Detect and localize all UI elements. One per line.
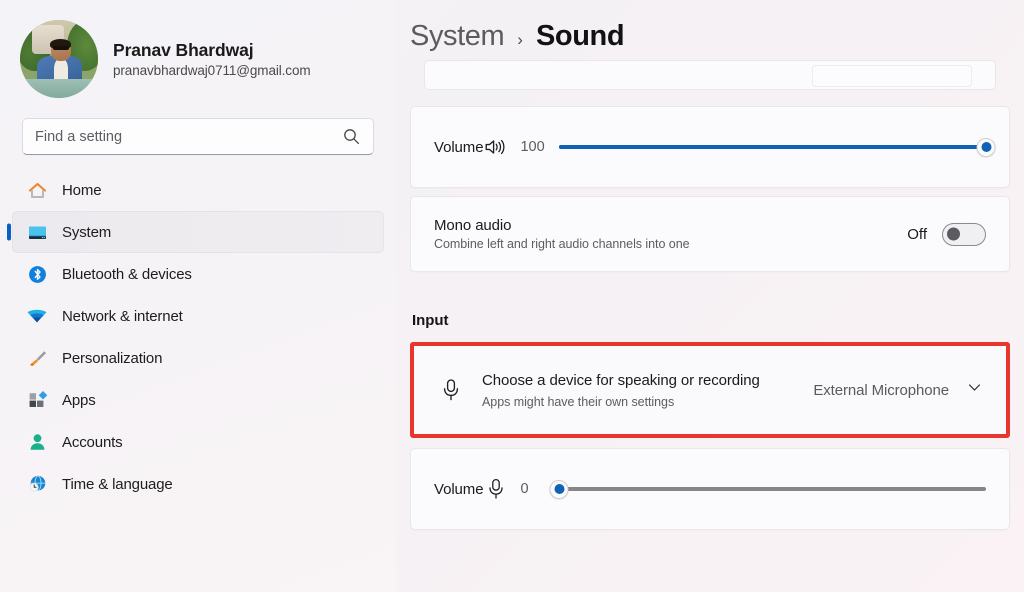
paintbrush-icon: [26, 347, 48, 369]
mono-audio-sublabel: Combine left and right audio channels in…: [434, 237, 690, 251]
slider-thumb[interactable]: [976, 137, 996, 157]
settings-scroll-area: Volume 100 Mono audio Combine left and r…: [396, 0, 1024, 592]
output-volume-slider[interactable]: [559, 137, 996, 157]
microphone-icon: [436, 377, 466, 403]
globe-clock-icon: [26, 473, 48, 495]
output-volume-card[interactable]: Volume 100: [410, 106, 1010, 188]
output-volume-label: Volume: [434, 138, 484, 156]
sidebar-item-bluetooth-devices[interactable]: Bluetooth & devices: [12, 253, 384, 295]
settings-window: Pranav Bhardwaj pranavbhardwaj0711@gmail…: [0, 0, 1024, 592]
input-device-card[interactable]: Choose a device for speaking or recordin…: [414, 346, 1006, 434]
partial-card-above[interactable]: [424, 60, 996, 90]
mono-audio-toggle[interactable]: [942, 222, 986, 246]
breadcrumb-parent[interactable]: System: [410, 20, 505, 53]
sidebar-item-label: Bluetooth & devices: [62, 265, 192, 283]
input-volume-slider[interactable]: [549, 479, 986, 499]
profile-name: Pranav Bhardwaj: [113, 40, 254, 60]
person-icon: [26, 431, 48, 453]
input-device-sublabel: Apps might have their own settings: [482, 394, 675, 409]
monitor-icon: [26, 221, 48, 243]
sidebar: Pranav Bhardwaj pranavbhardwaj0711@gmail…: [0, 0, 396, 592]
slider-fill: [559, 145, 986, 149]
breadcrumb: System › Sound: [410, 20, 625, 53]
sidebar-item-label: System: [62, 223, 112, 241]
home-icon: [26, 179, 48, 201]
input-volume-card[interactable]: Volume 0: [410, 448, 1010, 530]
input-device-title: Choose a device for speaking or recordin…: [482, 372, 760, 390]
sidebar-item-label: Network & internet: [62, 307, 183, 325]
input-volume-value: 0: [520, 481, 529, 497]
slider-thumb[interactable]: [549, 479, 569, 499]
page-title: Sound: [535, 20, 625, 52]
toggle-knob: [946, 227, 960, 241]
mono-audio-card[interactable]: Mono audio Combine left and right audio …: [410, 196, 1010, 272]
apps-icon: [26, 389, 48, 411]
content-pane: System › Sound Volume 100 Mono audio Com…: [396, 0, 1024, 592]
search-box[interactable]: [22, 118, 374, 155]
speaker-icon: [483, 137, 509, 157]
slider-track: [559, 487, 986, 491]
sidebar-item-apps[interactable]: Apps: [12, 379, 384, 421]
search-input[interactable]: [35, 119, 361, 154]
sidebar-item-accounts[interactable]: Accounts: [12, 421, 384, 463]
input-volume-label: Volume: [434, 480, 484, 498]
avatar[interactable]: [20, 20, 98, 98]
sidebar-item-personalization[interactable]: Personalization: [12, 337, 384, 379]
sidebar-item-label: Home: [62, 181, 102, 199]
input-device-value[interactable]: External Microphone: [813, 382, 949, 399]
profile-email: pranavbhardwaj0711@gmail.com: [113, 63, 311, 78]
profile-section[interactable]: Pranav Bhardwaj pranavbhardwaj0711@gmail…: [0, 17, 396, 101]
input-section-title: Input: [412, 312, 449, 329]
input-device-highlight: Choose a device for speaking or recordin…: [410, 342, 1010, 438]
sidebar-item-home[interactable]: Home: [12, 169, 384, 211]
sidebar-item-label: Apps: [62, 391, 96, 409]
mono-audio-state: Off: [907, 225, 927, 243]
breadcrumb-separator-icon: ›: [517, 30, 523, 49]
sidebar-item-system[interactable]: System: [12, 211, 384, 253]
microphone-icon: [483, 477, 509, 501]
wifi-icon: [26, 305, 48, 327]
chevron-down-icon[interactable]: [966, 379, 983, 401]
sidebar-item-label: Accounts: [62, 433, 123, 451]
mono-audio-label: Mono audio: [434, 217, 512, 234]
sidebar-item-network-internet[interactable]: Network & internet: [12, 295, 384, 337]
search-icon: [343, 128, 360, 150]
sidebar-item-label: Time & language: [62, 475, 173, 493]
sidebar-item-time-language[interactable]: Time & language: [12, 463, 384, 505]
output-volume-value: 100: [520, 139, 545, 155]
partial-dropdown[interactable]: [812, 65, 972, 87]
bluetooth-icon: [26, 263, 48, 285]
sidebar-nav: Home System Bluetooth & devices Network …: [0, 169, 396, 505]
sidebar-item-label: Personalization: [62, 349, 163, 367]
